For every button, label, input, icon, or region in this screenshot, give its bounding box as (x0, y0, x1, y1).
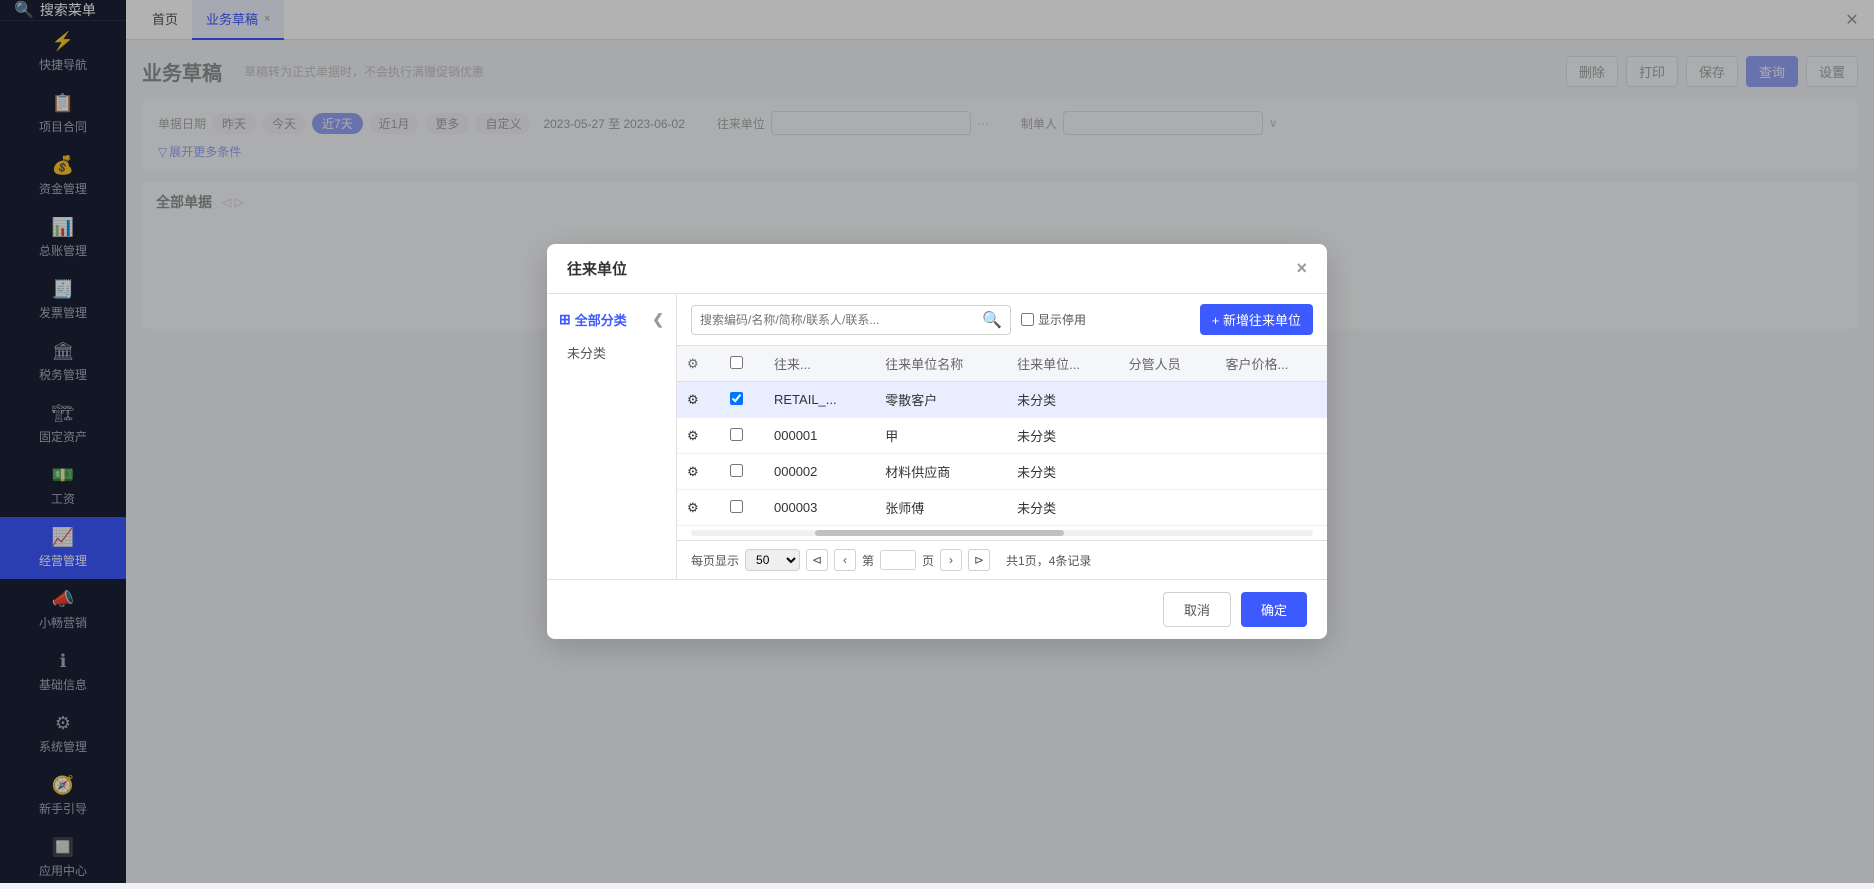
page-label: 第 (862, 552, 874, 569)
row-checkbox-1[interactable] (730, 392, 743, 405)
modal-body: ⊞ 全部分类 ❮ 未分类 🔍 (547, 294, 1327, 579)
table-area: 🔍 显示停用 + 新增往来单位 ⚙ (677, 294, 1327, 579)
partner-modal: 往来单位 × ⊞ 全部分类 ❮ 未分类 (547, 244, 1327, 639)
table-row[interactable]: ⚙ 000001 甲 未分类 (677, 418, 1327, 454)
main-content: 首页业务草稿× ✕ 业务草稿 草稿转为正式单据时，不会执行满赠促销优惠 删除 打… (126, 0, 1874, 883)
row-settings-3[interactable]: ⚙ (677, 454, 720, 490)
row-settings-icon-4: ⚙ (687, 500, 699, 515)
row-settings-1[interactable]: ⚙ (677, 382, 720, 418)
row-settings-2[interactable]: ⚙ (677, 418, 720, 454)
modal-footer: 取消 确定 (547, 579, 1327, 639)
modal-overlay: 往来单位 × ⊞ 全部分类 ❮ 未分类 (126, 0, 1874, 883)
table-toolbar: 🔍 显示停用 + 新增往来单位 (677, 294, 1327, 346)
row-name-4: 张师傅 (875, 490, 1007, 526)
show-disabled-checkbox[interactable] (1021, 313, 1034, 326)
category-collapse-button[interactable]: ❮ (652, 311, 664, 328)
total-info: 共1页，4条记录 (1006, 552, 1091, 569)
col-select (720, 346, 764, 382)
col-name: 往来单位名称 (875, 346, 1007, 382)
table-row[interactable]: ⚙ 000002 材料供应商 未分类 (677, 454, 1327, 490)
search-box: 🔍 (691, 305, 1011, 335)
row-manager-3 (1119, 454, 1216, 490)
row-price-3 (1215, 454, 1327, 490)
row-price-1 (1215, 382, 1327, 418)
table-header: ⚙ 往来... 往来单位名称 往来单位... 分管人员 客户价格... (677, 346, 1327, 382)
row-category-3: 未分类 (1007, 454, 1118, 490)
first-page-button[interactable]: ⊲ (806, 549, 828, 571)
row-checkbox-4[interactable] (730, 500, 743, 513)
row-category-4: 未分类 (1007, 490, 1118, 526)
confirm-button[interactable]: 确定 (1241, 592, 1307, 627)
per-page-label: 每页显示 (691, 552, 739, 569)
col-manager: 分管人员 (1119, 346, 1216, 382)
row-manager-2 (1119, 418, 1216, 454)
category-header: ⊞ 全部分类 ❮ (547, 304, 676, 335)
table-row[interactable]: ⚙ 000003 张师傅 未分类 (677, 490, 1327, 526)
row-code-1: RETAIL_... (764, 382, 875, 418)
row-select-3[interactable] (720, 454, 764, 490)
col-settings: ⚙ (677, 346, 720, 382)
row-checkbox-3[interactable] (730, 464, 743, 477)
row-settings-4[interactable]: ⚙ (677, 490, 720, 526)
pagination: 每页显示 50 100 ⊲ ‹ 第 1 页 › ⊳ 共1页，4条记录 (677, 540, 1327, 579)
search-input[interactable] (700, 313, 976, 327)
page-suffix: 页 (922, 552, 934, 569)
col-price: 客户价格... (1215, 346, 1327, 382)
row-settings-icon-1: ⚙ (687, 392, 699, 407)
row-checkbox-2[interactable] (730, 428, 743, 441)
row-name-2: 甲 (875, 418, 1007, 454)
cancel-button[interactable]: 取消 (1163, 592, 1231, 627)
row-code-4: 000003 (764, 490, 875, 526)
per-page-select[interactable]: 50 100 (745, 549, 800, 571)
add-partner-button[interactable]: + 新增往来单位 (1200, 304, 1313, 335)
col-code: 往来... (764, 346, 875, 382)
select-all-checkbox[interactable] (730, 356, 743, 369)
row-select-1[interactable] (720, 382, 764, 418)
data-table: ⚙ 往来... 往来单位名称 往来单位... 分管人员 客户价格... ⚙ (677, 346, 1327, 526)
row-select-2[interactable] (720, 418, 764, 454)
modal-header: 往来单位 × (547, 244, 1327, 294)
next-page-button[interactable]: › (940, 549, 962, 571)
modal-close-button[interactable]: × (1296, 258, 1307, 279)
row-category-2: 未分类 (1007, 418, 1118, 454)
page-number-input[interactable]: 1 (880, 550, 916, 570)
horizontal-scrollbar[interactable] (691, 530, 1313, 536)
last-page-button[interactable]: ⊳ (968, 549, 990, 571)
row-settings-icon-2: ⚙ (687, 428, 699, 443)
row-name-1: 零散客户 (875, 382, 1007, 418)
row-category-1: 未分类 (1007, 382, 1118, 418)
search-icon: 🔍 (982, 310, 1002, 330)
row-code-2: 000001 (764, 418, 875, 454)
category-sidebar: ⊞ 全部分类 ❮ 未分类 (547, 294, 677, 579)
col-category: 往来单位... (1007, 346, 1118, 382)
row-manager-1 (1119, 382, 1216, 418)
table-row[interactable]: ⚙ RETAIL_... 零散客户 未分类 (677, 382, 1327, 418)
row-manager-4 (1119, 490, 1216, 526)
row-price-4 (1215, 490, 1327, 526)
category-item-未分类[interactable]: 未分类 (547, 335, 676, 370)
show-disabled-option[interactable]: 显示停用 (1021, 311, 1086, 328)
settings-icon[interactable]: ⚙ (687, 356, 699, 371)
prev-page-button[interactable]: ‹ (834, 549, 856, 571)
row-name-3: 材料供应商 (875, 454, 1007, 490)
row-settings-icon-3: ⚙ (687, 464, 699, 479)
row-select-4[interactable] (720, 490, 764, 526)
modal-title: 往来单位 (567, 258, 627, 279)
row-price-2 (1215, 418, 1327, 454)
row-code-3: 000002 (764, 454, 875, 490)
